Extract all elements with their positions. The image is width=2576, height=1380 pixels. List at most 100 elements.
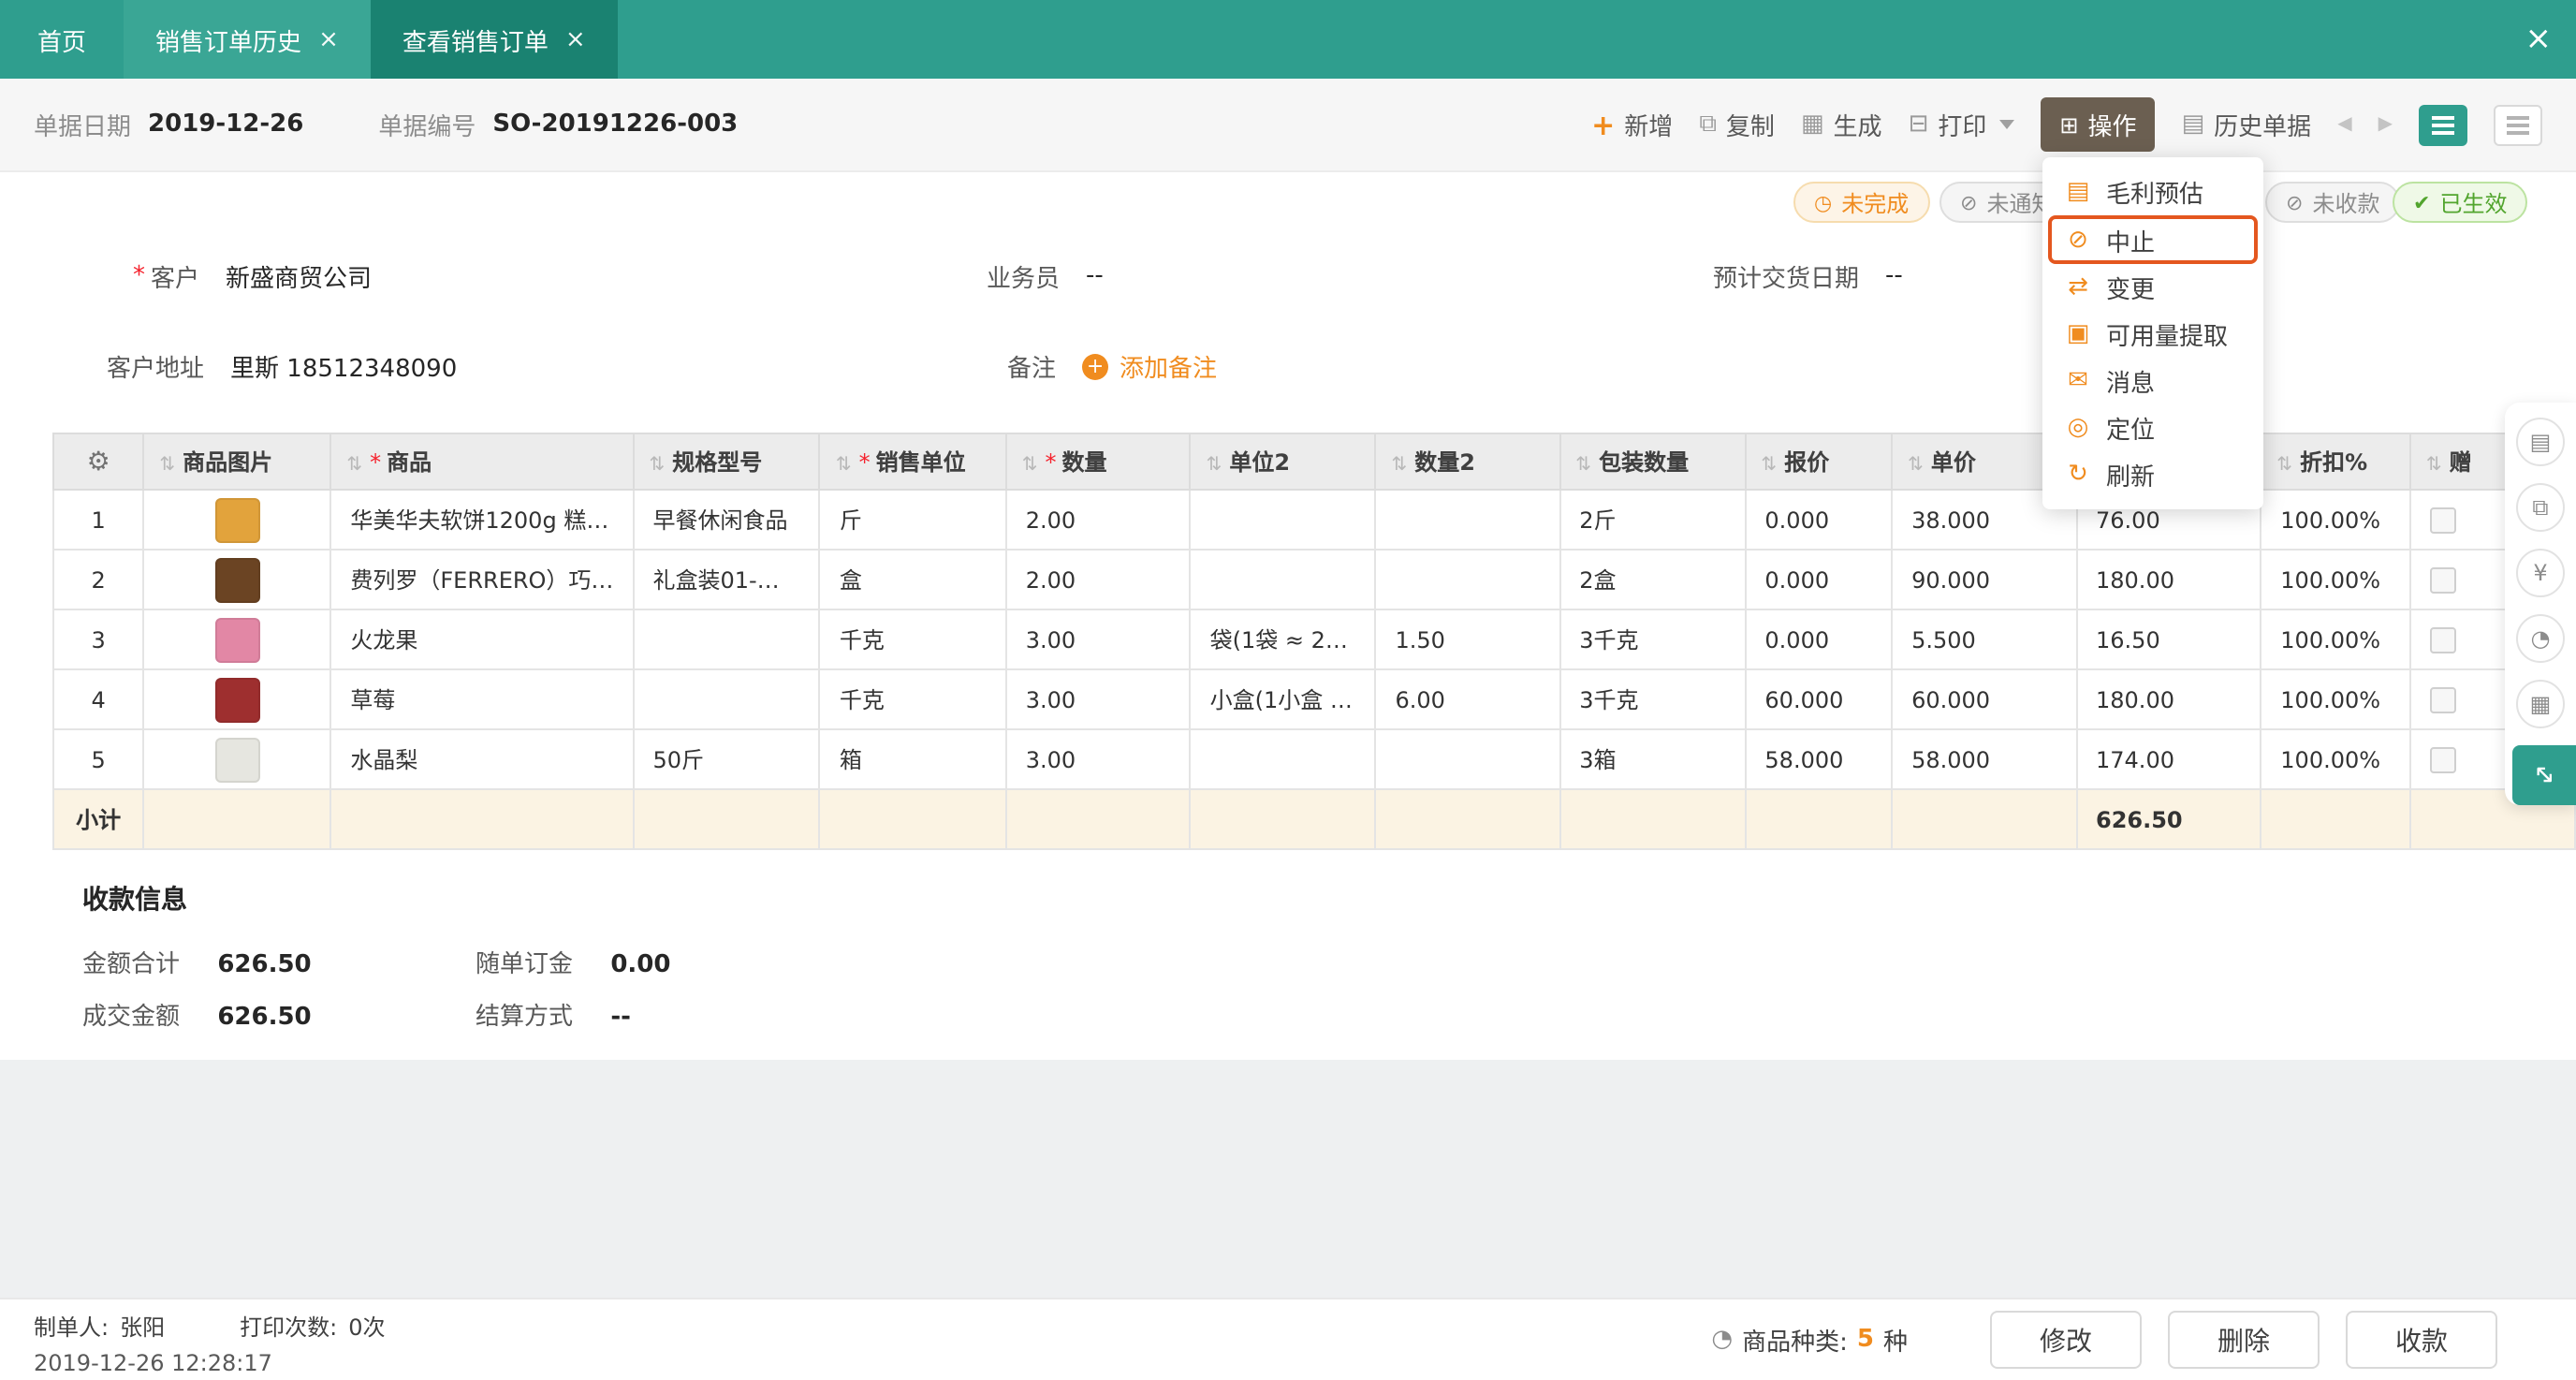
sort-icon[interactable]: ⇅ — [836, 455, 852, 476]
add-remark-label: 添加备注 — [1120, 356, 1218, 384]
tab-home[interactable]: 首页 — [0, 0, 124, 79]
field-label: 结算方式 — [476, 1004, 574, 1032]
menu-item-refresh[interactable]: ↻ 刷新 — [2042, 451, 2263, 498]
sort-icon[interactable]: ⇅ — [346, 455, 362, 476]
delete-button[interactable]: 删除 — [2168, 1311, 2320, 1369]
sort-icon[interactable]: ⇅ — [159, 455, 175, 476]
doc-no-value: SO-20191226-003 — [492, 110, 739, 139]
history-documents-button[interactable]: ▤ 历史单据 — [2182, 107, 2312, 142]
sort-icon[interactable]: ⇅ — [1575, 455, 1591, 476]
tab-close-icon[interactable]: × — [565, 25, 586, 53]
cell-unit: 千克 — [818, 668, 1007, 730]
add-button[interactable]: + 新增 — [1591, 107, 1673, 142]
receive-payment-button[interactable]: 收款 — [2346, 1311, 2497, 1369]
tab-sales-order-history[interactable]: 销售订单历史 × — [124, 0, 371, 79]
table-row[interactable]: 3 火龙果 千克 3.00 袋(1袋 ≈ 2… 1.50 3千克 0.000 5.500 16.5… — [52, 609, 2576, 670]
menu-item-available-extract[interactable]: ▣ 可用量提取 — [2042, 311, 2263, 358]
button-label: 历史单据 — [2214, 114, 2312, 142]
plus-icon: + — [1082, 353, 1109, 379]
creator-label: 制单人: — [34, 1314, 110, 1341]
customer-address-field: 客户地址 里斯 18512348090 — [107, 348, 457, 384]
menu-item-locate[interactable]: ◎ 定位 — [2042, 404, 2263, 451]
subtotal-empty-cell — [1374, 788, 1561, 850]
history-icon[interactable]: ◔ — [2516, 614, 2565, 663]
refresh-icon: ↻ — [2068, 461, 2088, 489]
document-icon: ▤ — [2181, 110, 2205, 139]
cell-price: 58.000 — [1891, 728, 2078, 790]
expand-button[interactable]: ↔ — [2512, 745, 2576, 805]
column-header: ⇅ 包装数量 — [1559, 433, 1747, 491]
list-view-toggle[interactable] — [2419, 104, 2467, 145]
column-header: ⇅ * 销售单位 — [818, 433, 1007, 491]
product-image[interactable] — [214, 677, 260, 722]
generate-button[interactable]: ▦ 生成 — [1801, 107, 1882, 142]
field-label: 业务员 — [987, 266, 1061, 294]
subtotal-empty-cell — [1189, 788, 1377, 850]
close-icon[interactable]: × — [2525, 0, 2553, 79]
sort-icon[interactable]: ⇅ — [649, 455, 665, 476]
cell-amount: 16.50 — [2075, 609, 2262, 670]
package-icon[interactable]: ▦ — [2516, 680, 2565, 728]
product-image[interactable] — [214, 617, 260, 662]
operate-button[interactable]: ⊞ 操作 — [2041, 97, 2156, 152]
column-label: 数量 — [1061, 449, 1107, 476]
product-image-cell — [142, 609, 332, 670]
gift-checkbox[interactable] — [2429, 746, 2456, 773]
product-image-cell — [142, 489, 332, 551]
cell-discount: 100.00% — [2260, 609, 2411, 670]
gift-checkbox[interactable] — [2429, 686, 2456, 713]
sort-icon[interactable]: ⇅ — [1022, 455, 1038, 476]
product-image-cell — [142, 668, 332, 730]
cell-qty: 3.00 — [1004, 668, 1192, 730]
footer-bar: 制单人: 张阳 打印次数: 0次 2019-12-26 12:28:17 ◔ 商… — [0, 1298, 2576, 1380]
column-label: 规格型号 — [672, 449, 763, 476]
deposit-value: 0.00 — [610, 951, 671, 979]
product-image[interactable] — [214, 737, 260, 782]
link-icon[interactable]: ⧉ — [2516, 483, 2565, 532]
doc-date-label: 单据日期 — [34, 114, 132, 142]
add-remark-button[interactable]: + 添加备注 — [1082, 348, 1217, 384]
sort-icon[interactable]: ⇅ — [1207, 455, 1222, 476]
table-row[interactable]: 4 草莓 千克 3.00 小盒(1小盒 … 6.00 3千克 60.000 60.000 180.… — [52, 668, 2576, 730]
customer-address-value: 里斯 18512348090 — [230, 356, 458, 384]
sort-icon[interactable]: ⇅ — [1908, 455, 1924, 476]
customer-field: * 客户 新盛商贸公司 — [133, 258, 372, 294]
prev-document-button[interactable]: ◀ — [2337, 114, 2351, 135]
product-image[interactable] — [214, 497, 260, 542]
grid-view-icon — [2507, 115, 2529, 134]
copy-button[interactable]: ⧉ 复制 — [1699, 107, 1775, 142]
sort-icon[interactable]: ⇅ — [2426, 455, 2442, 476]
menu-item-change[interactable]: ⇄ 变更 — [2042, 264, 2263, 311]
subtotal-amount: 626.50 — [2075, 788, 2262, 850]
button-label: 新增 — [1624, 114, 1674, 142]
form-icon[interactable]: ▤ — [2516, 418, 2565, 466]
menu-item-message[interactable]: ✉ 消息 — [2042, 358, 2263, 404]
print-button[interactable]: ⊟ 打印 — [1909, 107, 2015, 142]
next-document-button[interactable]: ▶ — [2378, 114, 2393, 135]
product-image-cell — [142, 728, 332, 790]
grid-view-toggle[interactable] — [2494, 104, 2542, 145]
cell-product: 费列罗（FERRERO）巧… — [329, 549, 635, 610]
table-row[interactable]: 5 水晶梨 50斤箱 3.00 3箱 58.000 58.000 174.00 100.00% — [52, 728, 2576, 790]
product-image[interactable] — [214, 557, 260, 602]
gift-checkbox[interactable] — [2429, 506, 2456, 534]
gift-checkbox[interactable] — [2429, 626, 2456, 653]
tab-close-icon[interactable]: × — [318, 25, 339, 53]
category-count-value: 5 — [1856, 1326, 1874, 1354]
settlement-field: 结算方式 -- — [476, 996, 631, 1032]
copy-icon: ⧉ — [1699, 110, 1717, 139]
modify-button[interactable]: 修改 — [1990, 1311, 2142, 1369]
sort-icon[interactable]: ⇅ — [1391, 455, 1407, 476]
tab-view-sales-order[interactable]: 查看销售订单 × — [370, 0, 618, 79]
menu-item-abort[interactable]: ⊘ 中止 — [2048, 215, 2258, 264]
message-icon: ✉ — [2068, 367, 2088, 395]
gear-icon[interactable]: ⚙ — [87, 447, 110, 477]
cell-amount: 174.00 — [2075, 728, 2262, 790]
gift-checkbox[interactable] — [2429, 566, 2456, 594]
menu-item-profit-estimate[interactable]: ▤ 毛利预估 — [2042, 169, 2263, 215]
sort-icon[interactable]: ⇅ — [2276, 455, 2292, 476]
currency-icon[interactable]: ¥ — [2516, 549, 2565, 597]
sort-icon[interactable]: ⇅ — [1761, 455, 1777, 476]
table-row[interactable]: 2 费列罗（FERRERO）巧… 礼盒装01-… 盒 2.00 2盒 0.000 90.000… — [52, 549, 2576, 610]
column-header: ⇅ * 数量 — [1004, 433, 1192, 491]
